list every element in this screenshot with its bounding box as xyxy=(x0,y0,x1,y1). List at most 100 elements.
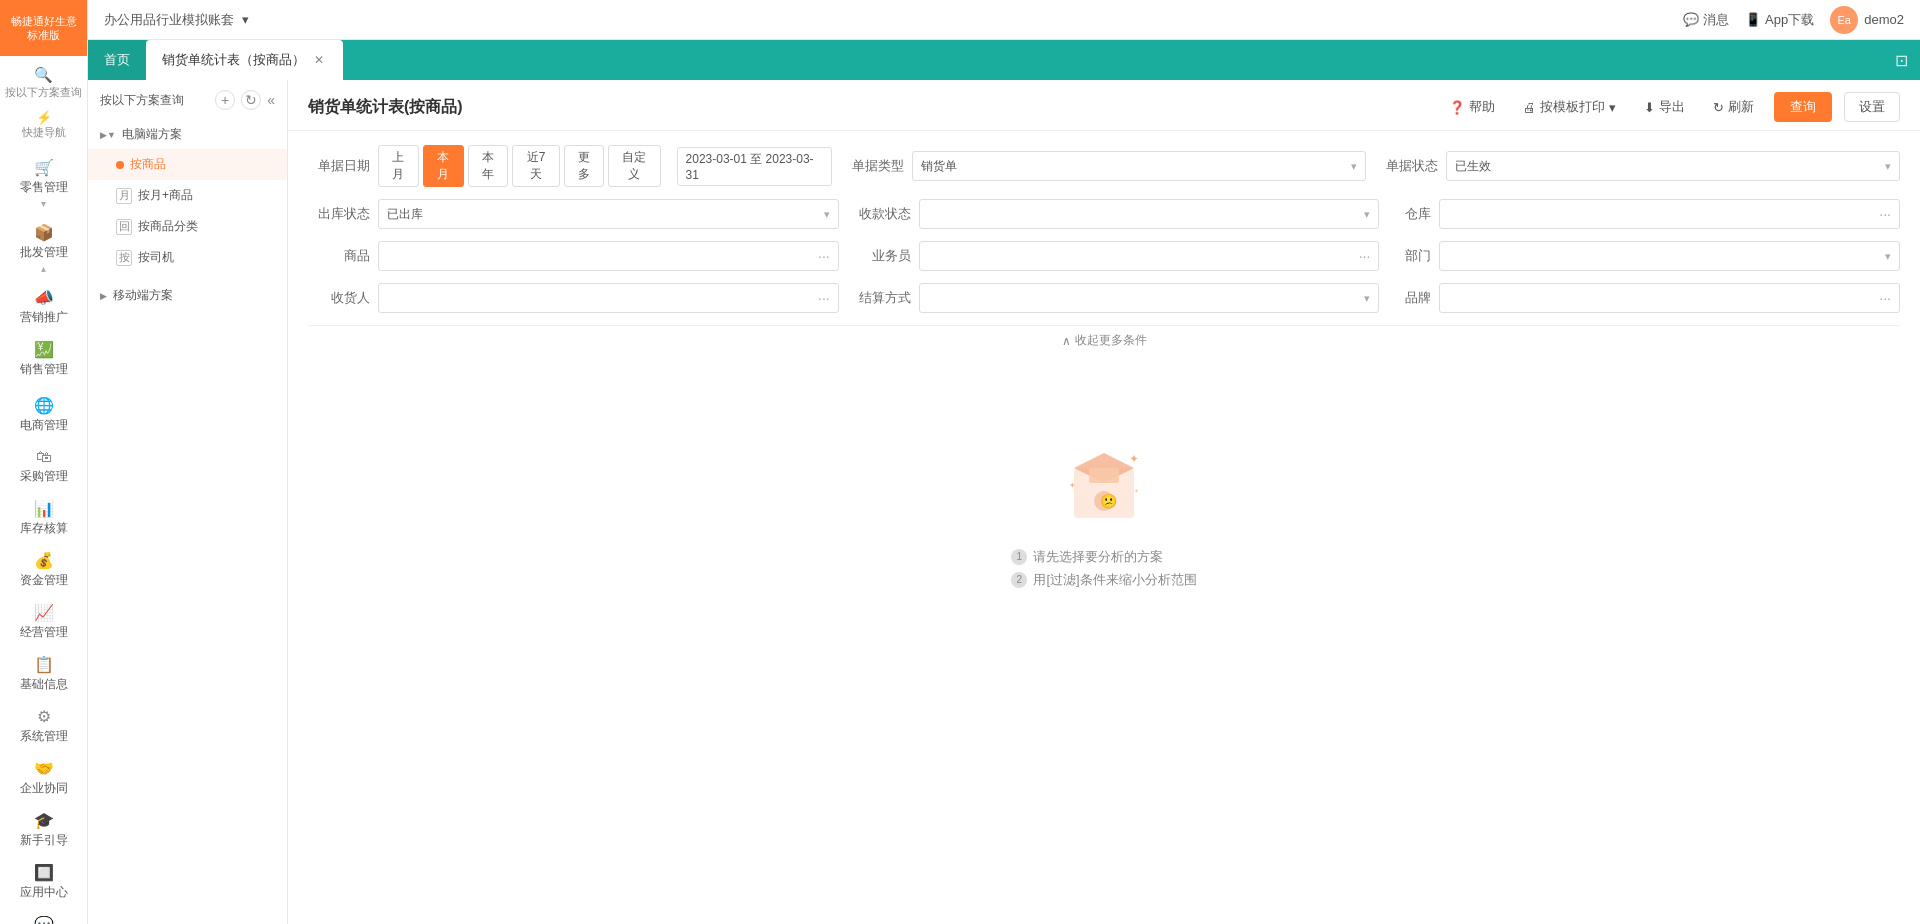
sidebar-item-inventory-label: 库存核算 xyxy=(20,520,68,537)
sidebar-item-finance[interactable]: 💰 资金管理 xyxy=(0,543,87,595)
sidebar-item-inventory[interactable]: 📊 库存核算 xyxy=(0,491,87,543)
industry-dropdown-icon[interactable]: ▾ xyxy=(242,12,249,27)
sidebar-quick-nav[interactable]: ⚡ 快捷导航 xyxy=(0,104,87,146)
app-logo[interactable]: 畅捷通好生意 标准版 xyxy=(0,0,88,56)
empty-step-1: 1 请先选择要分析的方案 xyxy=(1011,545,1196,568)
sidebar-item-system[interactable]: ⚙ 系统管理 xyxy=(0,699,87,751)
collapse-panel-btn[interactable]: « xyxy=(267,92,275,108)
scheme-item-by-month-product-label: 按月+商品 xyxy=(138,187,193,204)
user-profile-btn[interactable]: Ea demo2 xyxy=(1830,6,1904,34)
sidebar-item-app-center[interactable]: 🔲 应用中心 xyxy=(0,855,87,907)
right-content: 销货单统计表(按商品) ❓ 帮助 🖨 按模板打印 ▾ ⬇ 导出 xyxy=(288,80,1920,924)
sales-stat-tab-label: 销货单统计表（按商品） xyxy=(162,51,305,69)
date-this-year-btn[interactable]: 本年 xyxy=(468,145,509,187)
filter-row-1: 单据日期 上月 本月 本年 近7天 更多 自定义 2023-03-01 至 20… xyxy=(308,145,1900,187)
sidebar-search[interactable]: 🔍 按以下方案查询 xyxy=(0,56,87,104)
scheme-item-by-category-label: 按商品分类 xyxy=(138,218,198,235)
sidebar-item-wholesale[interactable]: 📦 批发管理 ▴ xyxy=(0,215,87,280)
salesman-select[interactable]: ··· xyxy=(919,241,1380,271)
payment-method-select[interactable] xyxy=(919,283,1380,313)
type-filter-wrap: 销货单 xyxy=(912,151,1366,181)
message-icon: 💬 xyxy=(1683,12,1699,27)
product-wrap: ··· xyxy=(378,241,839,271)
ecom-icon: 🌐 xyxy=(34,396,54,415)
pc-section-title[interactable]: ▼ 电脑端方案 xyxy=(88,120,287,149)
svg-text:✦: ✦ xyxy=(1134,488,1139,494)
sidebar-item-retail[interactable]: 🛒 零售管理 ▾ xyxy=(0,150,87,215)
sidebar-item-ecom[interactable]: 🌐 电商管理 xyxy=(0,388,87,440)
tab-home[interactable]: 首页 xyxy=(88,40,146,80)
sidebar-item-cooperation[interactable]: 🤝 企业协同 xyxy=(0,751,87,803)
month-product-icon: 月 xyxy=(116,188,132,204)
type-filter-select[interactable]: 销货单 xyxy=(912,151,1366,181)
date-range-display[interactable]: 2023-03-01 至 2023-03-31 xyxy=(677,147,832,186)
date-7days-btn[interactable]: 近7天 xyxy=(512,145,559,187)
scheme-item-by-driver[interactable]: 按 按司机 xyxy=(88,242,287,273)
sales-icon: 💹 xyxy=(34,340,54,359)
export-btn[interactable]: ⬇ 导出 xyxy=(1636,94,1693,120)
wechat-icon: 💬 xyxy=(34,915,54,924)
filter-row-4: 收货人 ··· 结算方式 品牌 xyxy=(308,283,1900,313)
help-btn[interactable]: ❓ 帮助 xyxy=(1441,94,1503,120)
tab-expand-btn[interactable]: ⊡ xyxy=(1883,51,1920,70)
logo-text: 畅捷通好生意 标准版 xyxy=(11,14,77,43)
receive-status-wrap xyxy=(919,199,1380,229)
tab-close-btn[interactable]: ✕ xyxy=(311,52,327,68)
sidebar-item-purchase[interactable]: 🛍 采购管理 xyxy=(0,440,87,491)
sidebar-item-basic-info[interactable]: 📋 基础信息 xyxy=(0,647,87,699)
sidebar-item-operations[interactable]: 📈 经营管理 xyxy=(0,595,87,647)
scheme-item-by-category[interactable]: 回 按商品分类 xyxy=(88,211,287,242)
payment-method-wrap xyxy=(919,283,1380,313)
sidebar-item-sales[interactable]: 💹 销售管理 xyxy=(0,332,87,384)
warehouse-select[interactable]: ··· xyxy=(1439,199,1900,229)
template-print-btn[interactable]: 🖨 按模板打印 ▾ xyxy=(1515,94,1624,120)
type-filter-label: 单据类型 xyxy=(832,157,912,175)
mobile-section-title[interactable]: ▶ 移动端方案 xyxy=(88,281,287,310)
settings-btn[interactable]: 设置 xyxy=(1844,92,1900,122)
product-select[interactable]: ··· xyxy=(378,241,839,271)
user-avatar: Ea xyxy=(1830,6,1858,34)
top-header: 办公用品行业模拟账套 ▾ 💬 消息 📱 App下载 Ea demo2 xyxy=(88,0,1920,40)
status-filter-wrap: 已生效 xyxy=(1446,151,1900,181)
empty-icon: 😕 ✦ ✦ ✦ xyxy=(1054,433,1154,533)
settings-label: 设置 xyxy=(1859,99,1885,114)
receive-status-select[interactable] xyxy=(919,199,1380,229)
brand-select[interactable]: ··· xyxy=(1439,283,1900,313)
tab-sales-stat[interactable]: 销货单统计表（按商品） ✕ xyxy=(146,40,343,80)
date-last-month-btn[interactable]: 上月 xyxy=(378,145,419,187)
pc-section-label: 电脑端方案 xyxy=(122,126,182,143)
collapse-up-icon: ∧ xyxy=(1062,334,1071,348)
app-download-btn[interactable]: 📱 App下载 xyxy=(1745,11,1814,29)
query-btn[interactable]: 查询 xyxy=(1774,92,1832,122)
out-status-select[interactable]: 已出库 xyxy=(378,199,839,229)
sidebar-item-wechat[interactable]: 💬 企业微信 xyxy=(0,907,87,924)
filter-row-2: 出库状态 已出库 收款状态 仓库 xyxy=(308,199,1900,229)
industry-name: 办公用品行业模拟账套 xyxy=(104,11,234,29)
date-filter-label: 单据日期 xyxy=(308,157,378,175)
date-custom-btn[interactable]: 自定义 xyxy=(608,145,660,187)
date-this-month-btn[interactable]: 本月 xyxy=(423,145,464,187)
message-btn[interactable]: 💬 消息 xyxy=(1683,11,1729,29)
date-more-btn[interactable]: 更多 xyxy=(564,145,605,187)
retail-icon: 🛒 xyxy=(34,158,54,177)
add-scheme-btn[interactable]: + xyxy=(215,90,235,110)
refresh-scheme-btn[interactable]: ↻ xyxy=(241,90,261,110)
status-filter-select[interactable]: 已生效 xyxy=(1446,151,1900,181)
cooperation-icon: 🤝 xyxy=(34,759,54,778)
receiver-select[interactable]: ··· xyxy=(378,283,839,313)
user-name: demo2 xyxy=(1864,12,1904,27)
collapse-filter-btn[interactable]: ∧ 收起更多条件 xyxy=(308,325,1900,359)
dept-select[interactable] xyxy=(1439,241,1900,271)
sidebar-item-marketing[interactable]: 📣 营销推广 xyxy=(0,280,87,332)
scheme-item-by-driver-label: 按司机 xyxy=(138,249,174,266)
refresh-btn[interactable]: ↻ 刷新 xyxy=(1705,94,1762,120)
receiver-label: 收货人 xyxy=(308,289,378,307)
mobile-section-arrow: ▶ xyxy=(100,291,107,301)
dept-wrap xyxy=(1439,241,1900,271)
page-title: 销货单统计表(按商品) xyxy=(308,97,463,118)
warehouse-dots: ··· xyxy=(1879,206,1891,222)
sidebar-item-guide[interactable]: 🎓 新手引导 xyxy=(0,803,87,855)
scheme-item-by-product[interactable]: 按商品 xyxy=(88,149,287,180)
mobile-section-label: 移动端方案 xyxy=(113,287,173,304)
scheme-item-by-month-product[interactable]: 月 按月+商品 xyxy=(88,180,287,211)
